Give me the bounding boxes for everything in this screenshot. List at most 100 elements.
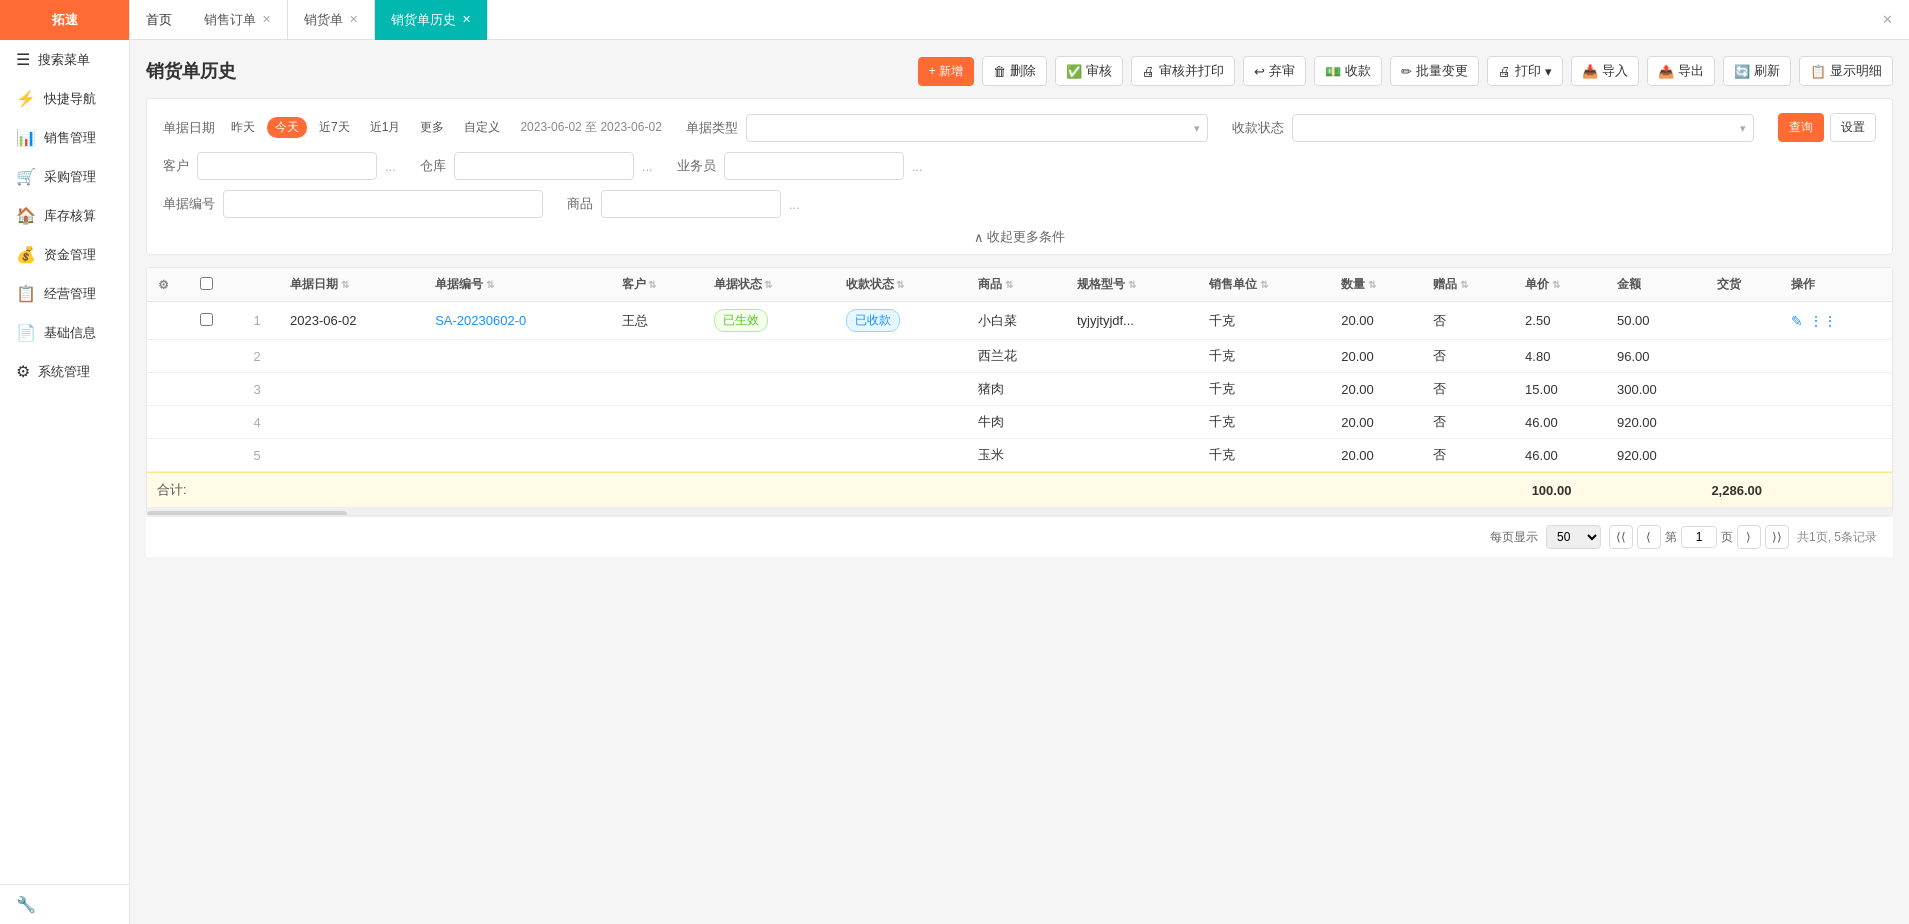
- sidebar-settings[interactable]: 🔧: [0, 885, 129, 924]
- th-gift[interactable]: 赠品: [1423, 268, 1515, 302]
- row-checkbox[interactable]: [200, 313, 213, 326]
- th-doc-no[interactable]: 单据编号: [425, 268, 611, 302]
- row-checkbox-cell[interactable]: [179, 373, 234, 406]
- sidebar-item-purchase-mgmt[interactable]: 🛒 采购管理: [0, 157, 129, 196]
- cell-quantity: 20.00: [1331, 406, 1423, 439]
- th-sales-unit[interactable]: 销售单位: [1199, 268, 1331, 302]
- gear-th[interactable]: ⚙: [147, 268, 179, 302]
- delete-button[interactable]: 🗑 删除: [982, 56, 1047, 86]
- select-all-th[interactable]: [179, 268, 234, 302]
- table-row: 2西兰花千克20.00否4.8096.00: [147, 340, 1892, 373]
- date-tag-7days[interactable]: 近7天: [311, 117, 358, 138]
- doc-type-select[interactable]: [746, 114, 1208, 142]
- collapse-button[interactable]: ∧ 收起更多条件: [974, 228, 1065, 246]
- row-checkbox-cell[interactable]: [179, 302, 234, 340]
- window-close-button[interactable]: ✕: [1866, 0, 1909, 40]
- edit-icon[interactable]: ✎: [1791, 313, 1803, 329]
- cell-gift: 否: [1423, 439, 1515, 472]
- data-table-container: ⚙ 单据日期 单据编号 客户 单据状态 收款状态 商品 规格型号 销售单位 数量…: [146, 267, 1893, 516]
- customer-input[interactable]: [197, 152, 377, 180]
- purchase-mgmt-icon: 🛒: [16, 167, 36, 186]
- th-payment-status[interactable]: 收款状态: [836, 268, 968, 302]
- page-input[interactable]: [1681, 526, 1717, 548]
- tab-sales-history[interactable]: 销货单历史 ✕: [375, 0, 488, 40]
- sidebar-item-fund-mgmt[interactable]: 💰 资金管理: [0, 235, 129, 274]
- sidebar-item-inventory-calc[interactable]: 🏠 库存核算: [0, 196, 129, 235]
- tab-home[interactable]: 首页: [130, 0, 188, 40]
- sales-mgmt-icon: 📊: [16, 128, 36, 147]
- th-doc-date[interactable]: 单据日期: [280, 268, 425, 302]
- collect-button[interactable]: 💵 收款: [1314, 56, 1382, 86]
- cell-goods: 小白菜: [968, 302, 1067, 340]
- goods-input[interactable]: [601, 190, 781, 218]
- sidebar-item-base-info[interactable]: 📄 基础信息: [0, 313, 129, 352]
- payment-status-select[interactable]: [1292, 114, 1754, 142]
- first-page-button[interactable]: ⟨⟨: [1609, 525, 1633, 549]
- th-customer[interactable]: 客户: [612, 268, 704, 302]
- th-spec[interactable]: 规格型号: [1067, 268, 1199, 302]
- date-tag-1month[interactable]: 近1月: [362, 117, 409, 138]
- filter-customer: 客户 ...: [163, 152, 396, 180]
- th-goods[interactable]: 商品: [968, 268, 1067, 302]
- approve-button[interactable]: ✅ 审核: [1055, 56, 1123, 86]
- table-scroll-bar-thumb[interactable]: [147, 511, 347, 515]
- sidebar-item-label: 搜索菜单: [38, 51, 90, 69]
- more-icon[interactable]: ⋮⋮: [1809, 313, 1837, 329]
- doc-no-link[interactable]: SA-20230602-0: [435, 313, 526, 328]
- sidebar-item-quick-nav[interactable]: ⚡ 快捷导航: [0, 79, 129, 118]
- th-unit-price[interactable]: 单价: [1515, 268, 1607, 302]
- settings-button[interactable]: 设置: [1830, 113, 1876, 142]
- salesperson-input[interactable]: [724, 152, 904, 180]
- query-button[interactable]: 查询: [1778, 113, 1824, 142]
- date-tag-today[interactable]: 今天: [267, 117, 307, 138]
- import-button[interactable]: 📥 导入: [1571, 56, 1639, 86]
- cell-spec: [1067, 406, 1199, 439]
- batch-change-button[interactable]: ✏ 批量变更: [1390, 56, 1479, 86]
- customer-ellipsis[interactable]: ...: [385, 159, 396, 174]
- page-size-select[interactable]: 20 50 100: [1546, 525, 1601, 549]
- sidebar-item-search-menu[interactable]: ☰ 搜索菜单: [0, 40, 129, 79]
- tab-close-sales-order[interactable]: ✕: [262, 13, 271, 26]
- select-all-checkbox[interactable]: [200, 277, 213, 290]
- abandon-button[interactable]: ↩ 弃审: [1243, 56, 1306, 86]
- sidebar-item-sys-mgmt[interactable]: ⚙ 系统管理: [0, 352, 129, 391]
- cell-doc-no: [425, 406, 611, 439]
- import-icon: 📥: [1582, 64, 1598, 79]
- table-row: 4牛肉千克20.00否46.00920.00: [147, 406, 1892, 439]
- date-tag-yesterday[interactable]: 昨天: [223, 117, 263, 138]
- prev-page-button[interactable]: ⟨: [1637, 525, 1661, 549]
- row-checkbox-cell[interactable]: [179, 439, 234, 472]
- print-button[interactable]: 🖨 打印 ▾: [1487, 56, 1563, 86]
- sidebar-item-ops-mgmt[interactable]: 📋 经营管理: [0, 274, 129, 313]
- export-button[interactable]: 📤 导出: [1647, 56, 1715, 86]
- doc-no-input[interactable]: [223, 190, 543, 218]
- th-doc-status[interactable]: 单据状态: [704, 268, 836, 302]
- date-tag-more[interactable]: 更多: [412, 117, 452, 138]
- row-checkbox-cell[interactable]: [179, 406, 234, 439]
- sidebar-item-label: 快捷导航: [44, 90, 96, 108]
- warehouse-label: 仓库: [420, 157, 446, 175]
- display-detail-button[interactable]: 📋 显示明细: [1799, 56, 1893, 86]
- goods-ellipsis[interactable]: ...: [789, 197, 800, 212]
- table-scroll-bar[interactable]: [147, 507, 1892, 515]
- toolbar: + 新增 🗑 删除 ✅ 审核 🖨 审核并打印 ↩ 弃审: [918, 56, 1893, 86]
- warehouse-ellipsis[interactable]: ...: [642, 159, 653, 174]
- sidebar-item-sales-mgmt[interactable]: 📊 销售管理: [0, 118, 129, 157]
- approve-print-button[interactable]: 🖨 审核并打印: [1131, 56, 1235, 86]
- tab-sales-order[interactable]: 销售订单 ✕: [188, 0, 288, 40]
- tab-close-sales-history[interactable]: ✕: [462, 13, 471, 26]
- tab-sales-delivery[interactable]: 销货单 ✕: [288, 0, 375, 40]
- action-cell: [1781, 439, 1892, 472]
- row-checkbox-cell[interactable]: [179, 340, 234, 373]
- th-quantity[interactable]: 数量: [1331, 268, 1423, 302]
- tab-close-sales-delivery[interactable]: ✕: [349, 13, 358, 26]
- new-button[interactable]: + 新增: [918, 57, 974, 86]
- warehouse-input[interactable]: [454, 152, 634, 180]
- last-page-button[interactable]: ⟩⟩: [1765, 525, 1789, 549]
- refresh-button[interactable]: 🔄 刷新: [1723, 56, 1791, 86]
- salesperson-ellipsis[interactable]: ...: [912, 159, 923, 174]
- cell-gift: 否: [1423, 340, 1515, 373]
- date-tag-custom[interactable]: 自定义: [456, 117, 508, 138]
- collapse-up-icon: ∧: [974, 230, 984, 245]
- next-page-button[interactable]: ⟩: [1737, 525, 1761, 549]
